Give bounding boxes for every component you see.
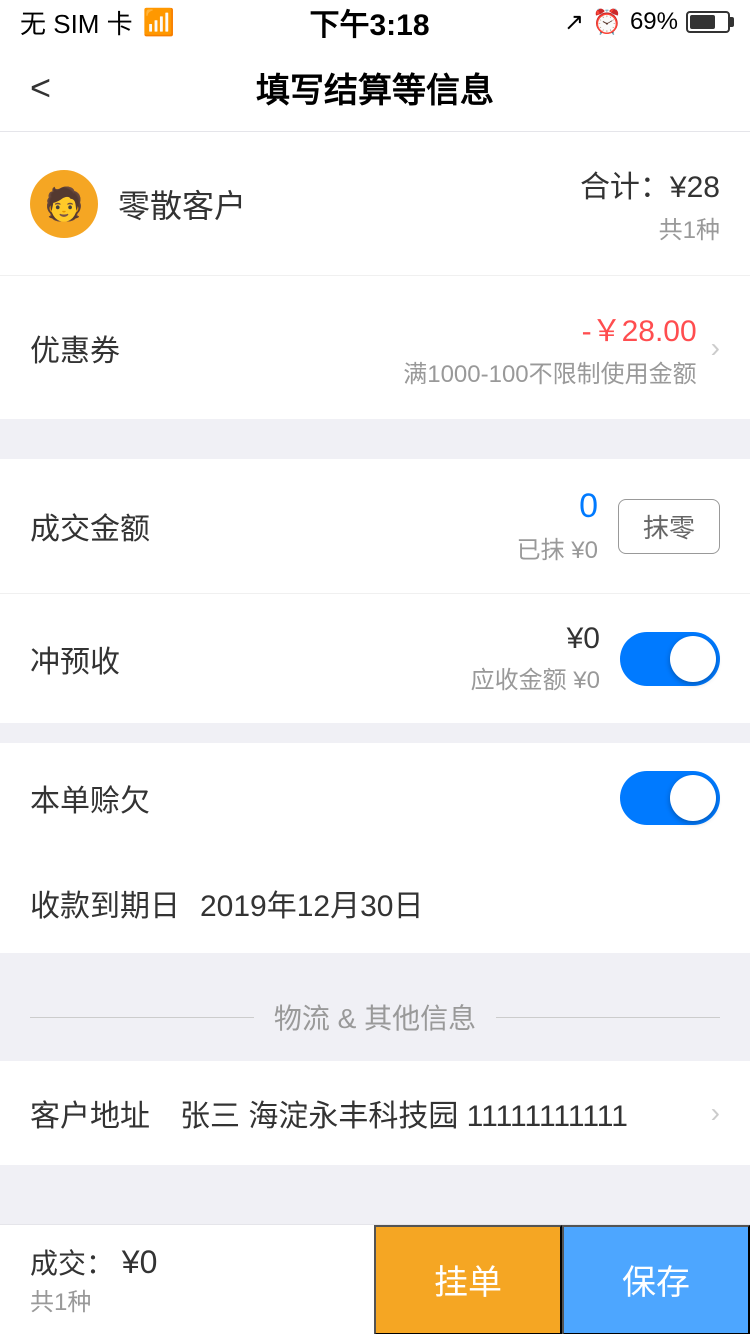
address-section: 客户地址 张三 海淀永丰科技园 11111111111 › xyxy=(0,1061,750,1165)
due-date-row[interactable]: 收款到期日 2019年12月30日 xyxy=(0,853,750,953)
alarm-icon: ⏰ xyxy=(592,8,622,37)
page-title: 填写结算等信息 xyxy=(256,63,494,112)
nav-bar: < 填写结算等信息 xyxy=(0,44,750,132)
customer-section: 🧑 零散客户 合计：¥28 共1种 优惠券 -￥28.00 满1000-100不… xyxy=(0,132,750,419)
credit-row: 本单赊欠 xyxy=(0,743,750,853)
chevron-right-icon: › xyxy=(711,332,720,364)
customer-total: 合计：¥28 xyxy=(580,162,720,206)
bottom-deal-label: 成交： xyxy=(30,1248,114,1279)
battery-icon xyxy=(686,11,730,33)
credit-toggle-knob xyxy=(670,775,716,821)
logistics-line-right xyxy=(496,1017,720,1018)
content-area: 🧑 零散客户 合计：¥28 共1种 优惠券 -￥28.00 满1000-100不… xyxy=(0,132,750,1305)
coupon-right: -￥28.00 满1000-100不限制使用金额 › xyxy=(403,306,720,389)
divider-2 xyxy=(0,723,750,743)
bottom-info: 成交： ¥0 共1种 xyxy=(0,1242,374,1317)
prepay-amount: ¥0 xyxy=(471,622,600,656)
customer-right: 合计：¥28 共1种 xyxy=(580,162,720,245)
address-chevron-icon: › xyxy=(711,1097,720,1129)
logistics-header: 物流 & 其他信息 xyxy=(0,973,750,1061)
bottom-deal-row: 成交： ¥0 xyxy=(30,1242,344,1282)
avatar: 🧑 xyxy=(30,170,98,238)
prepay-toggle[interactable] xyxy=(620,632,720,686)
coupon-label: 优惠券 xyxy=(30,326,120,370)
pending-button[interactable]: 挂单 xyxy=(374,1225,562,1334)
customer-row: 🧑 零散客户 合计：¥28 共1种 xyxy=(0,132,750,275)
deal-right: 0 已抹 ¥0 抹零 xyxy=(517,487,720,565)
status-right: ↗ ⏰ 69% xyxy=(564,8,730,37)
address-value: 张三 海淀永丰科技园 11111111111 xyxy=(180,1091,705,1135)
wifi-icon: 📶 xyxy=(143,7,175,38)
prepay-amount-area: ¥0 应收金额 ¥0 xyxy=(471,622,600,695)
due-date-label: 收款到期日 xyxy=(30,881,180,925)
customer-name: 零散客户 xyxy=(118,181,246,227)
round-button[interactable]: 抹零 xyxy=(618,499,720,554)
toggle-knob xyxy=(670,636,716,682)
due-date-value: 2019年12月30日 xyxy=(200,881,423,925)
credit-toggle[interactable] xyxy=(620,771,720,825)
location-icon: ↗ xyxy=(564,8,584,37)
deal-row: 成交金额 0 已抹 ¥0 抹零 xyxy=(0,459,750,594)
battery-percent: 69% xyxy=(630,8,678,36)
time-label: 下午3:18 xyxy=(309,0,429,44)
back-button[interactable]: < xyxy=(30,67,51,109)
bottom-deal-amount: ¥0 xyxy=(122,1244,158,1280)
deal-value-area: 0 已抹 ¥0 xyxy=(517,487,598,565)
credit-label: 本单赊欠 xyxy=(30,776,150,820)
prepay-right: ¥0 应收金额 ¥0 xyxy=(471,622,720,695)
divider-3 xyxy=(0,953,750,973)
coupon-row[interactable]: 优惠券 -￥28.00 满1000-100不限制使用金额 › xyxy=(0,275,750,419)
logistics-label: 物流 & 其他信息 xyxy=(274,997,476,1037)
carrier-label: 无 SIM 卡 xyxy=(20,4,133,41)
deal-label: 成交金额 xyxy=(30,504,150,548)
coupon-description: 满1000-100不限制使用金额 xyxy=(403,354,696,389)
credit-section: 本单赊欠 收款到期日 2019年12月30日 xyxy=(0,743,750,953)
prepay-label: 冲预收 xyxy=(30,637,120,681)
coupon-discount: -￥28.00 xyxy=(403,306,696,350)
bottom-count: 共1种 xyxy=(30,1282,344,1317)
deal-amount-input[interactable]: 0 xyxy=(517,487,598,526)
address-label: 客户地址 xyxy=(30,1091,150,1135)
status-left: 无 SIM 卡 📶 xyxy=(20,4,175,41)
deal-section: 成交金额 0 已抹 ¥0 抹零 冲预收 ¥0 应收金额 ¥0 xyxy=(0,459,750,723)
divider-1 xyxy=(0,439,750,459)
status-bar: 无 SIM 卡 📶 下午3:18 ↗ ⏰ 69% xyxy=(0,0,750,44)
customer-count: 共1种 xyxy=(580,210,720,245)
avatar-emoji: 🧑 xyxy=(44,185,84,223)
prepay-sub: 应收金额 ¥0 xyxy=(471,660,600,695)
battery-fill xyxy=(690,15,715,29)
bottom-bar: 成交： ¥0 共1种 挂单 保存 xyxy=(0,1224,750,1334)
coupon-info: -￥28.00 满1000-100不限制使用金额 xyxy=(403,306,696,389)
prepay-row: 冲预收 ¥0 应收金额 ¥0 xyxy=(0,594,750,723)
address-row[interactable]: 客户地址 张三 海淀永丰科技园 11111111111 › xyxy=(0,1061,750,1165)
deal-sub-label: 已抹 ¥0 xyxy=(517,530,598,565)
logistics-line-left xyxy=(30,1017,254,1018)
customer-left: 🧑 零散客户 xyxy=(30,170,246,238)
save-button[interactable]: 保存 xyxy=(562,1225,750,1334)
